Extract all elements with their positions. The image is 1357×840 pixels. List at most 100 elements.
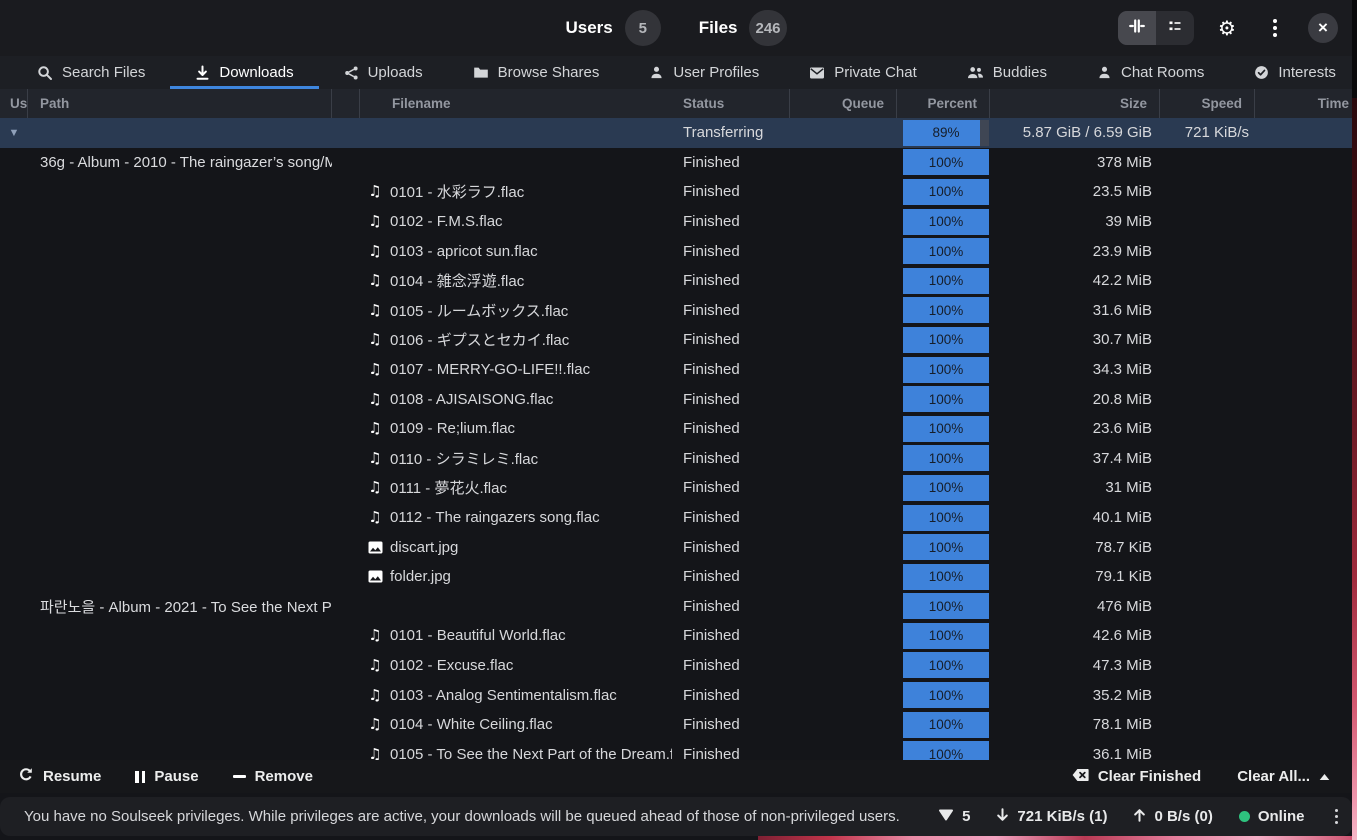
table-row[interactable]: ▼ Transferring 89% 5.87 GiB / 6.59 GiB 7…	[0, 118, 1352, 148]
row-expander-cell[interactable]	[0, 177, 28, 207]
row-expander-cell[interactable]	[0, 355, 28, 385]
table-row[interactable]: ♫ 0109 - Re;lium.flac Finished 100% 23.6…	[0, 414, 1352, 444]
row-expander-cell[interactable]	[0, 680, 28, 710]
online-status[interactable]: Online	[1239, 808, 1305, 825]
list-view-button[interactable]	[1156, 11, 1194, 45]
pause-icon	[135, 771, 145, 783]
menu-button[interactable]	[1260, 13, 1290, 43]
row-expander-cell[interactable]	[0, 592, 28, 622]
table-row[interactable]: ♫ 0111 - 夢花火.flac Finished 100% 31 MiB	[0, 473, 1352, 503]
tab-downloads[interactable]: Downloads	[170, 56, 318, 89]
row-expander-cell[interactable]: ▼	[0, 118, 28, 148]
table-row[interactable]: ♫ 0110 - シラミレミ.flac Finished 100% 37.4 M…	[0, 444, 1352, 474]
row-expander-cell[interactable]	[0, 621, 28, 651]
music-note-icon: ♫	[360, 384, 390, 414]
close-button[interactable]: ×	[1308, 13, 1338, 43]
progress-bar: 100%	[903, 593, 989, 619]
column-header-status[interactable]: Status	[672, 89, 790, 118]
music-note-icon: ♫	[360, 739, 390, 760]
row-expander-cell[interactable]	[0, 236, 28, 266]
tab-browse-shares[interactable]: Browse Shares	[448, 56, 625, 89]
row-queue	[790, 414, 897, 444]
row-expander-cell[interactable]	[0, 414, 28, 444]
row-status: Finished	[672, 325, 790, 355]
table-row[interactable]: 파란노을 - Album - 2021 - To See the Next P …	[0, 592, 1352, 622]
row-expander-cell[interactable]	[0, 739, 28, 760]
row-expander-cell[interactable]	[0, 444, 28, 474]
column-header-icon	[360, 89, 390, 118]
table-row[interactable]: ♫ 0106 - ギプスとセカイ.flac Finished 100% 30.7…	[0, 325, 1352, 355]
row-expander-cell[interactable]	[0, 532, 28, 562]
table-row[interactable]: ♫ 0101 - Beautiful World.flac Finished 1…	[0, 621, 1352, 651]
clear-finished-button[interactable]: Clear Finished	[1072, 768, 1201, 786]
pane-view-button[interactable]	[1118, 11, 1156, 45]
progress-bar: 100%	[903, 357, 989, 383]
table-row[interactable]: ♫ 0105 - To See the Next Part of the Dre…	[0, 739, 1352, 760]
row-path	[28, 680, 332, 710]
column-header-queue[interactable]: Queue	[790, 89, 897, 118]
tab-private-chat[interactable]: Private Chat	[784, 56, 942, 89]
upload-speed-status[interactable]: 0 B/s (0)	[1133, 808, 1212, 826]
row-expander-cell[interactable]	[0, 325, 28, 355]
row-expander-cell[interactable]	[0, 266, 28, 296]
row-expander-cell[interactable]	[0, 384, 28, 414]
table-row[interactable]: ♫ 0105 - ルームボックス.flac Finished 100% 31.6…	[0, 296, 1352, 326]
row-size: 78.7 KiB	[990, 532, 1160, 562]
column-header-user[interactable]: User	[0, 89, 28, 118]
column-header-filename[interactable]: Filename	[390, 89, 672, 118]
preferences-button[interactable]: ⚙	[1212, 13, 1242, 43]
row-expander-cell[interactable]	[0, 296, 28, 326]
row-expander-cell[interactable]	[0, 148, 28, 178]
table-row[interactable]: ♫ 0103 - Analog Sentimentalism.flac Fini…	[0, 680, 1352, 710]
row-expander-cell[interactable]	[0, 651, 28, 681]
tab-search-files[interactable]: Search Files	[12, 56, 170, 89]
table-row[interactable]: ♫ 0107 - MERRY-GO-LIFE!!.flac Finished 1…	[0, 355, 1352, 385]
row-percent: 89%	[897, 118, 990, 148]
table-row[interactable]: ♫ 0102 - Excuse.flac Finished 100% 47.3 …	[0, 651, 1352, 681]
tab-interests[interactable]: Interests	[1229, 56, 1352, 89]
row-queue	[790, 680, 897, 710]
statusbar-menu-button[interactable]	[1331, 809, 1339, 825]
row-filename: 0111 - 夢花火.flac	[390, 473, 672, 503]
row-speed	[1160, 266, 1255, 296]
resume-button[interactable]: Resume	[18, 767, 101, 787]
download-speed-status[interactable]: 721 KiB/s (1)	[996, 808, 1107, 826]
music-note-icon: ♫	[360, 296, 390, 326]
table-row[interactable]: ♫ 0108 - AJISAISONG.flac Finished 100% 2…	[0, 384, 1352, 414]
tab-buddies[interactable]: Buddies	[942, 56, 1072, 89]
tab-uploads[interactable]: Uploads	[319, 56, 448, 89]
row-size: 37.4 MiB	[990, 444, 1160, 474]
row-queue	[790, 532, 897, 562]
pause-button[interactable]: Pause	[135, 768, 198, 785]
table-row[interactable]: ♫ 0104 - White Ceiling.flac Finished 100…	[0, 710, 1352, 740]
progress-label: 100%	[903, 564, 989, 590]
row-queue	[790, 710, 897, 740]
table-row[interactable]: ♫ 0101 - 水彩ラフ.flac Finished 100% 23.5 Mi…	[0, 177, 1352, 207]
tab-chat-rooms[interactable]: Chat Rooms	[1072, 56, 1229, 89]
list-view-icon	[1167, 18, 1183, 39]
column-header-speed[interactable]: Speed	[1160, 89, 1255, 118]
row-speed	[1160, 621, 1255, 651]
column-header-percent[interactable]: Percent	[897, 89, 990, 118]
tab-user-profiles[interactable]: User Profiles	[624, 56, 784, 89]
column-header-path[interactable]: Path	[28, 89, 332, 118]
table-row[interactable]: discart.jpg Finished 100% 78.7 KiB	[0, 532, 1352, 562]
window-header: Users 5 Files 246	[0, 0, 1352, 56]
table-row[interactable]: 36g - Album - 2010 - The raingazer’s son…	[0, 148, 1352, 178]
table-row[interactable]: ♫ 0102 - F.M.S.flac Finished 100% 39 MiB	[0, 207, 1352, 237]
row-size: 23.5 MiB	[990, 177, 1160, 207]
clear-all-button[interactable]: Clear All...	[1237, 768, 1330, 785]
row-expander-cell[interactable]	[0, 207, 28, 237]
column-header-time-left[interactable]: Time left	[1255, 89, 1352, 118]
connections-status[interactable]: 5	[938, 808, 970, 825]
row-expander-cell[interactable]	[0, 473, 28, 503]
column-header-size[interactable]: Size	[990, 89, 1160, 118]
row-expander-cell[interactable]	[0, 710, 28, 740]
table-row[interactable]: ♫ 0104 - 雑念浮遊.flac Finished 100% 42.2 Mi…	[0, 266, 1352, 296]
row-expander-cell[interactable]	[0, 503, 28, 533]
remove-button[interactable]: Remove	[233, 768, 313, 785]
row-expander-cell[interactable]	[0, 562, 28, 592]
table-row[interactable]: ♫ 0103 - apricot sun.flac Finished 100% …	[0, 236, 1352, 266]
table-row[interactable]: folder.jpg Finished 100% 79.1 KiB	[0, 562, 1352, 592]
table-row[interactable]: ♫ 0112 - The raingazers song.flac Finish…	[0, 503, 1352, 533]
